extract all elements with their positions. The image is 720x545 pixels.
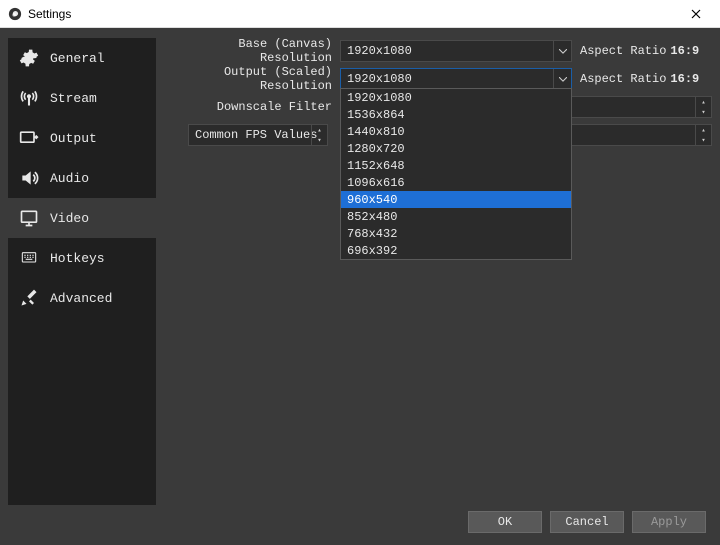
- antenna-icon: [18, 87, 40, 109]
- chevron-down-icon: [553, 69, 571, 89]
- gear-icon: [18, 47, 40, 69]
- dropdown-option[interactable]: 1152x648: [341, 157, 571, 174]
- sidebar-item-stream[interactable]: Stream: [8, 78, 156, 118]
- output-aspect-ratio: Aspect Ratio 16:9: [580, 72, 710, 86]
- window-close-button[interactable]: [676, 0, 716, 28]
- sidebar-item-hotkeys[interactable]: Hotkeys: [8, 238, 156, 278]
- base-resolution-label: Base (Canvas) Resolution: [162, 37, 332, 65]
- chevron-down-icon: [553, 41, 571, 61]
- dropdown-option[interactable]: 1280x720: [341, 140, 571, 157]
- base-resolution-combo[interactable]: 1920x1080: [340, 40, 572, 62]
- dropdown-option[interactable]: 1440x810: [341, 123, 571, 140]
- dropdown-option[interactable]: 696x392: [341, 242, 571, 259]
- spinner-buttons[interactable]: ▴▾: [695, 97, 711, 117]
- sidebar-item-output[interactable]: Output: [8, 118, 156, 158]
- fps-mode-label: Common FPS Values: [195, 128, 317, 142]
- sidebar-item-label: Advanced: [50, 291, 112, 306]
- settings-sidebar: General Stream Output Audio: [8, 38, 156, 505]
- window-title: Settings: [28, 7, 71, 21]
- downscale-filter-label: Downscale Filter: [162, 100, 332, 114]
- dropdown-option[interactable]: 1920x1080: [341, 89, 571, 106]
- sidebar-item-video[interactable]: Video: [8, 198, 156, 238]
- output-resolution-value: 1920x1080: [347, 72, 412, 86]
- dialog-footer: OK Cancel Apply: [0, 505, 720, 545]
- sidebar-item-audio[interactable]: Audio: [8, 158, 156, 198]
- sidebar-item-label: Output: [50, 131, 97, 146]
- sidebar-item-label: Video: [50, 211, 89, 226]
- base-aspect-ratio: Aspect Ratio 16:9: [580, 44, 710, 58]
- dropdown-option[interactable]: 960x540: [341, 191, 571, 208]
- speaker-icon: [18, 167, 40, 189]
- dropdown-option[interactable]: 768x432: [341, 225, 571, 242]
- sidebar-item-label: Stream: [50, 91, 97, 106]
- titlebar: Settings: [0, 0, 720, 28]
- dropdown-option[interactable]: 1096x616: [341, 174, 571, 191]
- sidebar-item-label: Audio: [50, 171, 89, 186]
- cancel-button[interactable]: Cancel: [550, 511, 624, 533]
- dropdown-option[interactable]: 1536x864: [341, 106, 571, 123]
- spinner-buttons[interactable]: ▴▾: [311, 125, 327, 145]
- sidebar-item-label: General: [50, 51, 105, 66]
- ok-button[interactable]: OK: [468, 511, 542, 533]
- settings-panel-video: Base (Canvas) Resolution 1920x1080 Aspec…: [162, 38, 712, 505]
- tools-icon: [18, 287, 40, 309]
- output-resolution-combo[interactable]: 1920x1080: [340, 68, 572, 90]
- app-icon: [8, 7, 22, 21]
- output-resolution-label: Output (Scaled) Resolution: [162, 65, 332, 93]
- fps-mode-combo[interactable]: Common FPS Values ▴▾: [188, 124, 328, 146]
- dropdown-option[interactable]: 852x480: [341, 208, 571, 225]
- sidebar-item-advanced[interactable]: Advanced: [8, 278, 156, 318]
- output-resolution-dropdown[interactable]: 1920x10801536x8641440x8101280x7201152x64…: [340, 88, 572, 260]
- spinner-buttons[interactable]: ▴▾: [695, 125, 711, 145]
- sidebar-item-label: Hotkeys: [50, 251, 105, 266]
- base-resolution-value: 1920x1080: [347, 44, 412, 58]
- monitor-icon: [18, 207, 40, 229]
- apply-button[interactable]: Apply: [632, 511, 706, 533]
- output-icon: [18, 127, 40, 149]
- keyboard-icon: [18, 247, 40, 269]
- sidebar-item-general[interactable]: General: [8, 38, 156, 78]
